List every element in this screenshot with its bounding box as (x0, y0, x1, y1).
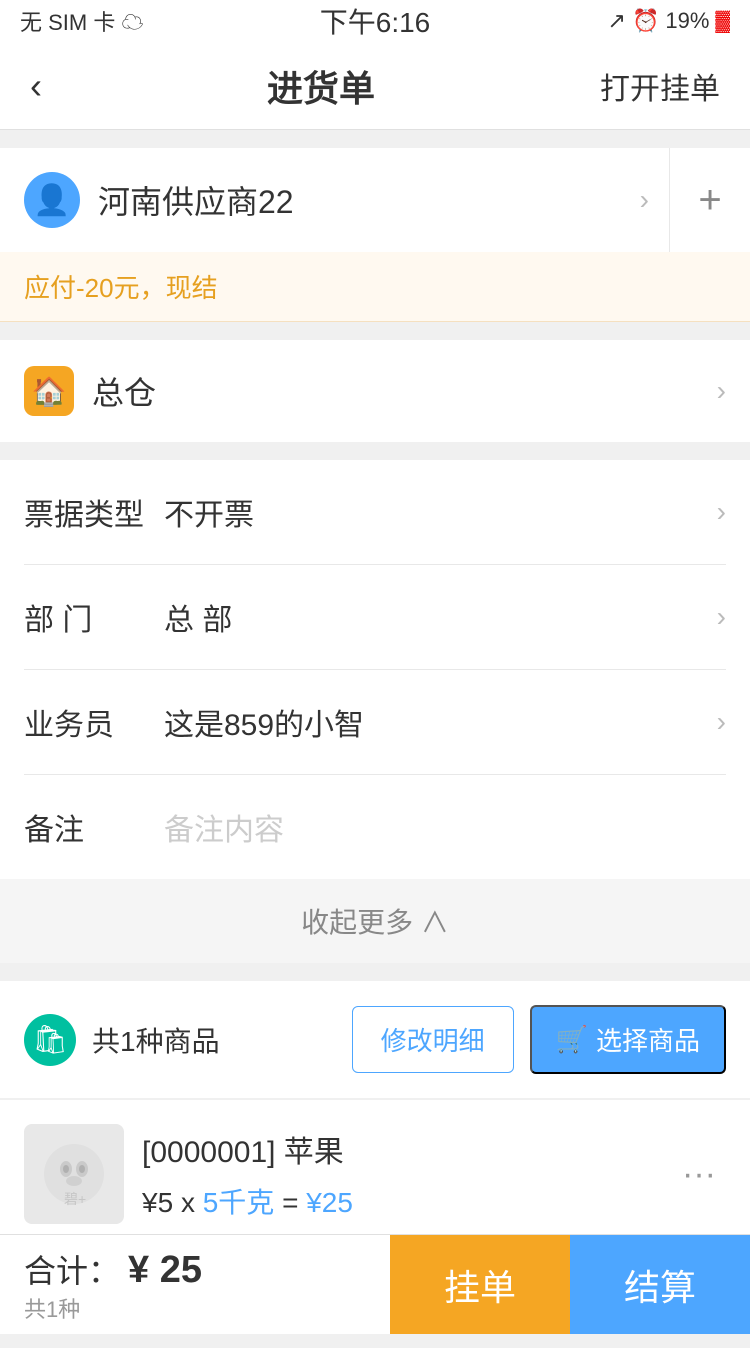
product-thumbnail: 碧+ (24, 1124, 124, 1224)
select-product-label: 选择商品 (596, 1021, 700, 1058)
notice-bar: 应付-20元，现结 (0, 252, 750, 322)
department-row[interactable]: 部 门 总 部 › (0, 565, 750, 669)
warehouse-section[interactable]: 🏠 总仓 › (0, 340, 750, 442)
multiply-symbol: x (181, 1187, 203, 1218)
products-icon: 🛍 (24, 1014, 76, 1066)
page-title: 进货单 (267, 60, 375, 112)
warehouse-icon: 🏠 (32, 375, 67, 408)
collapse-bar[interactable]: 收起更多 ∧ (0, 879, 750, 963)
chevron-right-icon: › (717, 601, 726, 633)
bottom-bar: 合计： ¥ 25 共1种 挂单 结算 (0, 1234, 750, 1334)
nav-bar: ‹ 进货单 打开挂单 (0, 42, 750, 130)
invoice-type-value: 不开票 (164, 490, 717, 534)
quantity: 5千克 (203, 1187, 275, 1218)
select-product-button[interactable]: 🛒 选择商品 (530, 1005, 726, 1074)
status-bar: 无 SIM 卡 ☁ 下午6:16 ↗ ⏰ 19% ▓ (0, 0, 750, 42)
warehouse-icon-bg: 🏠 (24, 366, 74, 416)
chevron-right-icon: › (717, 496, 726, 528)
invoice-type-label: 票据类型 (24, 490, 164, 534)
form-section: 票据类型 不开票 › 部 门 总 部 › 业务员 这是859的小智 › 备注 备… (0, 460, 750, 879)
warehouse-name: 总仓 (92, 368, 717, 414)
chevron-right-icon: › (717, 706, 726, 738)
total-sub: 共1种 (24, 1292, 366, 1324)
invoice-type-row[interactable]: 票据类型 不开票 › (0, 460, 750, 564)
location-icon: ↗ (608, 8, 626, 34)
product-price: ¥5 x 5千克 = ¥25 (142, 1181, 654, 1221)
salesperson-value: 这是859的小智 (164, 700, 717, 744)
supplier-main[interactable]: 👤 河南供应商22 › (0, 148, 670, 252)
back-button[interactable]: ‹ (30, 65, 42, 107)
products-header: 🛍 共1种商品 修改明细 🛒 选择商品 (0, 981, 750, 1098)
product-more-button[interactable]: ··· (672, 1145, 726, 1204)
salesperson-row[interactable]: 业务员 这是859的小智 › (0, 670, 750, 774)
equals-symbol: = (282, 1187, 306, 1218)
status-left: 无 SIM 卡 ☁ (20, 5, 143, 37)
chevron-right-icon: › (717, 375, 726, 407)
total-section: 合计： ¥ 25 共1种 (0, 1235, 390, 1334)
supplier-name: 河南供应商22 (98, 177, 640, 223)
alarm-icon: ⏰ (632, 8, 659, 34)
supplier-avatar: 👤 (24, 172, 80, 228)
modify-detail-button[interactable]: 修改明细 (352, 1006, 514, 1073)
department-value: 总 部 (164, 595, 717, 639)
unit-price: ¥5 (142, 1187, 173, 1218)
checkout-button[interactable]: 结算 (570, 1235, 750, 1334)
svg-text:碧+: 碧+ (64, 1191, 86, 1207)
product-info: [0000001] 苹果 ¥5 x 5千克 = ¥25 (142, 1127, 654, 1221)
total-main: 合计： ¥ 25 (24, 1246, 366, 1292)
bag-icon: 🛍 (32, 1023, 68, 1056)
products-count: 共1种商品 (92, 1020, 336, 1060)
cart-icon: 🛒 (556, 1024, 588, 1055)
sim-text: 无 SIM 卡 ☁ (20, 5, 143, 37)
supplier-section: 👤 河南供应商22 › + (0, 148, 750, 252)
salesperson-label: 业务员 (24, 700, 164, 744)
divider-2 (0, 322, 750, 340)
battery-icon: ▓ (715, 10, 730, 33)
chevron-right-icon: › (640, 184, 649, 216)
battery-text: 19% (665, 8, 709, 34)
status-right: ↗ ⏰ 19% ▓ (608, 8, 730, 34)
divider-3 (0, 442, 750, 460)
line-total: ¥25 (306, 1187, 353, 1218)
product-thumb-icon: 碧+ (39, 1139, 109, 1209)
open-hang-button[interactable]: 打开挂单 (600, 64, 720, 108)
remark-placeholder: 备注内容 (164, 805, 726, 849)
product-name: [0000001] 苹果 (142, 1127, 654, 1171)
total-label: 合计： (24, 1246, 120, 1292)
total-amount: ¥ 25 (128, 1249, 202, 1292)
add-supplier-button[interactable]: + (670, 148, 750, 252)
avatar-icon: 👤 (33, 183, 70, 218)
remark-label: 备注 (24, 805, 164, 849)
hang-button[interactable]: 挂单 (390, 1235, 570, 1334)
remark-row[interactable]: 备注 备注内容 (0, 775, 750, 879)
department-label: 部 门 (24, 595, 164, 639)
divider-1 (0, 130, 750, 148)
status-time: 下午6:16 (320, 1, 431, 41)
product-item: 碧+ [0000001] 苹果 ¥5 x 5千克 = ¥25 ··· (0, 1100, 750, 1248)
